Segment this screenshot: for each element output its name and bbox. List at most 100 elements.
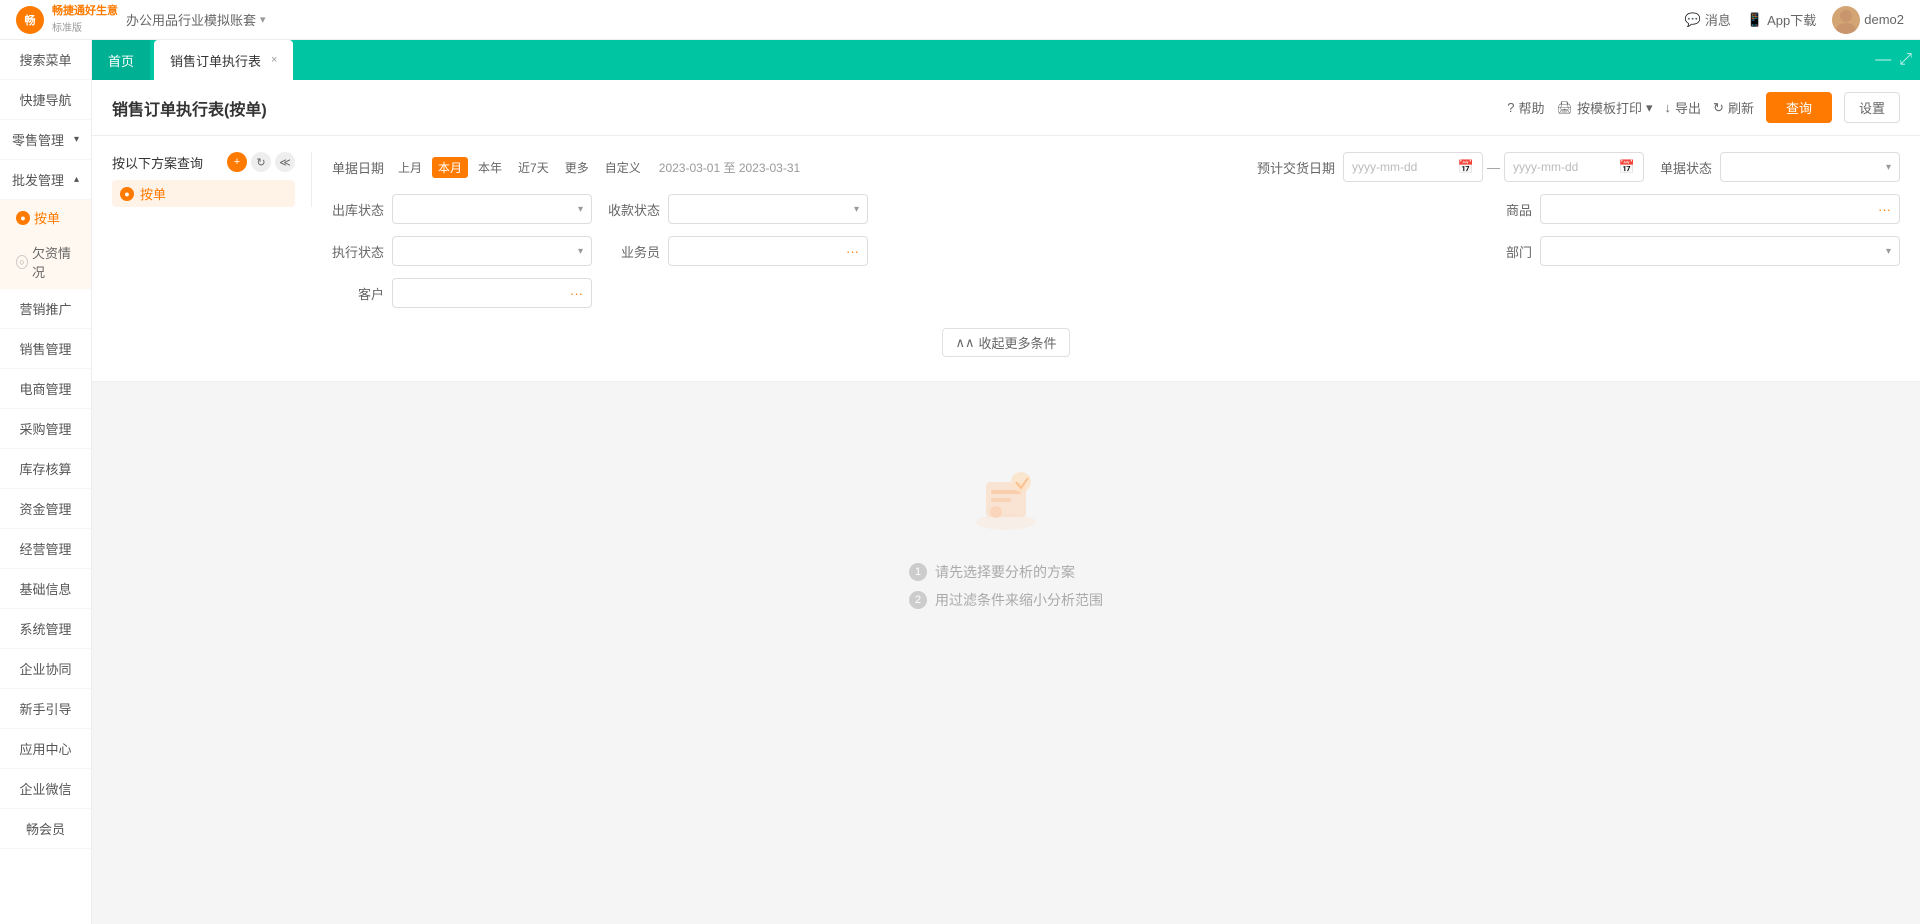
query-button[interactable]: 查询 (1766, 92, 1832, 123)
sidebar-item-purchase[interactable]: 采购管理 (0, 409, 91, 449)
sidebar-item-basic-info[interactable]: 基础信息 (0, 569, 91, 609)
sidebar-sub-item-按单[interactable]: ● 按单 (0, 200, 91, 235)
date-btn-last-month[interactable]: 上月 (392, 157, 428, 178)
settings-button[interactable]: 设置 (1844, 92, 1900, 123)
date-separator: — (1487, 160, 1500, 175)
sidebar-item-inventory[interactable]: 库存核算 (0, 449, 91, 489)
user-menu-button[interactable]: demo2 (1832, 6, 1904, 34)
refresh-button[interactable]: ↻ 刷新 (1713, 98, 1754, 117)
filter-field-expected-date: 预计交货日期 yyyy-mm-dd 📅 — yyyy-mm-dd (1257, 152, 1644, 182)
filter-field-date: 单据日期 上月 本月 本年 近7天 更多 自定义 (328, 157, 647, 178)
scheme-item-按单[interactable]: ● 按单 (112, 180, 295, 207)
scheme-collapse-icon[interactable]: ≪ (275, 152, 295, 172)
execution-status-label: 执行状态 (328, 242, 384, 261)
print-icon: 🖨 (1556, 100, 1573, 116)
delivery-status-select[interactable]: ▾ (392, 194, 592, 224)
date-btn-custom[interactable]: 自定义 (599, 157, 647, 178)
sidebar-item-system[interactable]: 系统管理 (0, 609, 91, 649)
topbar-left: 畅 畅捷通好生意 标准版 办公用品行业模拟账套 ▾ (16, 5, 266, 33)
empty-step-1: 1 请先选择要分析的方案 (909, 562, 1103, 582)
scheme-title: 按以下方案查询 (112, 153, 203, 172)
date-btn-more[interactable]: 更多 (559, 157, 595, 178)
topbar-title: 办公用品行业模拟账套 ▾ (126, 10, 266, 29)
date-range-text: 2023-03-01 至 2023-03-31 (659, 159, 800, 176)
chevron-down-icon[interactable]: ▾ (260, 13, 266, 26)
payment-status-select[interactable]: ▾ (668, 194, 868, 224)
dept-chevron-icon: ▾ (1886, 246, 1891, 257)
sidebar-item-newbie[interactable]: 新手引导 (0, 689, 91, 729)
app-download-button[interactable]: 📱 App下载 (1747, 10, 1816, 29)
date-btn-7days[interactable]: 近7天 (512, 157, 555, 178)
step-1-icon: 1 (909, 563, 927, 581)
empty-icon (966, 462, 1046, 542)
goods-label: 商品 (1476, 200, 1532, 219)
sidebar-item-wechat[interactable]: 企业微信 (0, 769, 91, 809)
date-btn-current-year[interactable]: 本年 (472, 157, 508, 178)
page-header: 销售订单执行表(按单) ? 帮助 🖨 按模板打印 ▾ ↓ 导出 (92, 80, 1920, 136)
expected-date-label: 预计交货日期 (1257, 158, 1335, 177)
payment-status-label: 收款状态 (604, 200, 660, 219)
topbar-right: 💬 消息 📱 App下载 demo2 (1685, 6, 1904, 34)
customer-input[interactable]: ··· (392, 278, 592, 308)
date-btn-current-month[interactable]: 本月 (432, 157, 468, 178)
sidebar-item-marketing[interactable]: 营销推广 (0, 289, 91, 329)
help-button[interactable]: ? 帮助 (1507, 98, 1544, 117)
scheme-panel: 按以下方案查询 + ↻ ≪ ● 按单 (112, 152, 312, 207)
scheme-refresh-icon[interactable]: ↻ (251, 152, 271, 172)
dept-select[interactable]: ▾ (1540, 236, 1900, 266)
sidebar-item-search[interactable]: 搜索菜单 (0, 40, 91, 80)
avatar (1832, 6, 1860, 34)
message-button[interactable]: 💬 消息 (1685, 10, 1731, 29)
tab-expand-icon[interactable]: ⤢ (1899, 51, 1912, 69)
empty-step-2: 2 用过滤条件来缩小分析范围 (909, 590, 1103, 610)
tab-close-icon[interactable]: × (271, 54, 277, 66)
export-button[interactable]: ↓ 导出 (1665, 98, 1702, 117)
salesperson-dots-icon: ··· (846, 244, 859, 259)
filter-field-salesperson: 业务员 ··· (604, 236, 868, 266)
filter-field-delivery-status: 出库状态 ▾ (328, 194, 592, 224)
filter-row-customer: 客户 ··· (328, 278, 1900, 308)
filter-field-doc-status: 单据状态 ▾ (1656, 152, 1900, 182)
refresh-icon: ↻ (1713, 100, 1724, 116)
logo-subtitle: 标准版 (52, 19, 118, 34)
tabbar-right: — ⤢ (1875, 51, 1920, 69)
chevron-down-icon: ▾ (74, 134, 79, 145)
doc-status-select[interactable]: ▾ (1720, 152, 1900, 182)
sidebar-item-finance[interactable]: 资金管理 (0, 489, 91, 529)
filter-field-date-range-display: 2023-03-01 至 2023-03-31 (659, 159, 800, 176)
sidebar-sub-wholesale: ● 按单 ○ 欠资情况 (0, 200, 91, 289)
scheme-add-icon[interactable]: + (227, 152, 247, 172)
filter-row-delivery: 出库状态 ▾ 收款状态 ▾ (328, 194, 1900, 224)
sidebar-item-operations[interactable]: 经营管理 (0, 529, 91, 569)
empty-state: 1 请先选择要分析的方案 2 用过滤条件来缩小分析范围 (92, 382, 1920, 698)
customer-dots-icon: ··· (570, 286, 583, 301)
sidebar-item-enterprise[interactable]: 企业协同 (0, 649, 91, 689)
tab-home[interactable]: 首页 (92, 40, 150, 80)
sidebar-item-ecommerce[interactable]: 电商管理 (0, 369, 91, 409)
sidebar-item-retail[interactable]: 零售管理 ▾ (0, 120, 91, 160)
expected-date-start-input[interactable]: yyyy-mm-dd 📅 (1343, 152, 1483, 182)
sidebar-item-quick-nav[interactable]: 快捷导航 (0, 80, 91, 120)
salesperson-label: 业务员 (604, 242, 660, 261)
sidebar-item-member[interactable]: 畅会员 (0, 809, 91, 849)
salesperson-input[interactable]: ··· (668, 236, 868, 266)
date-filter-buttons: 上月 本月 本年 近7天 更多 自定义 (392, 157, 647, 178)
goods-input[interactable]: ··· (1540, 194, 1900, 224)
collapse-button[interactable]: ∧∧ 收起更多条件 (942, 328, 1069, 357)
tab-minimize-icon[interactable]: — (1875, 51, 1891, 69)
sidebar-item-sales[interactable]: 销售管理 (0, 329, 91, 369)
print-button[interactable]: 🖨 按模板打印 ▾ (1556, 98, 1652, 117)
filter-row-date: 单据日期 上月 本月 本年 近7天 更多 自定义 (328, 152, 1900, 182)
delivery-status-chevron-icon: ▾ (578, 204, 583, 215)
sidebar-item-wholesale[interactable]: 批发管理 ▴ (0, 160, 91, 200)
expected-date-end-input[interactable]: yyyy-mm-dd 📅 (1504, 152, 1644, 182)
tab-sales-order[interactable]: 销售订单执行表 × (154, 40, 293, 80)
expected-date-range: yyyy-mm-dd 📅 — yyyy-mm-dd 📅 (1343, 152, 1644, 182)
sidebar-sub-item-欠资情况[interactable]: ○ 欠资情况 (0, 235, 91, 289)
message-icon: 💬 (1685, 12, 1701, 28)
tabbar: 首页 销售订单执行表 × — ⤢ (92, 40, 1920, 80)
execution-status-select[interactable]: ▾ (392, 236, 592, 266)
sidebar-item-appstore[interactable]: 应用中心 (0, 729, 91, 769)
empty-steps: 1 请先选择要分析的方案 2 用过滤条件来缩小分析范围 (909, 562, 1103, 618)
filter-field-customer: 客户 ··· (328, 278, 592, 308)
